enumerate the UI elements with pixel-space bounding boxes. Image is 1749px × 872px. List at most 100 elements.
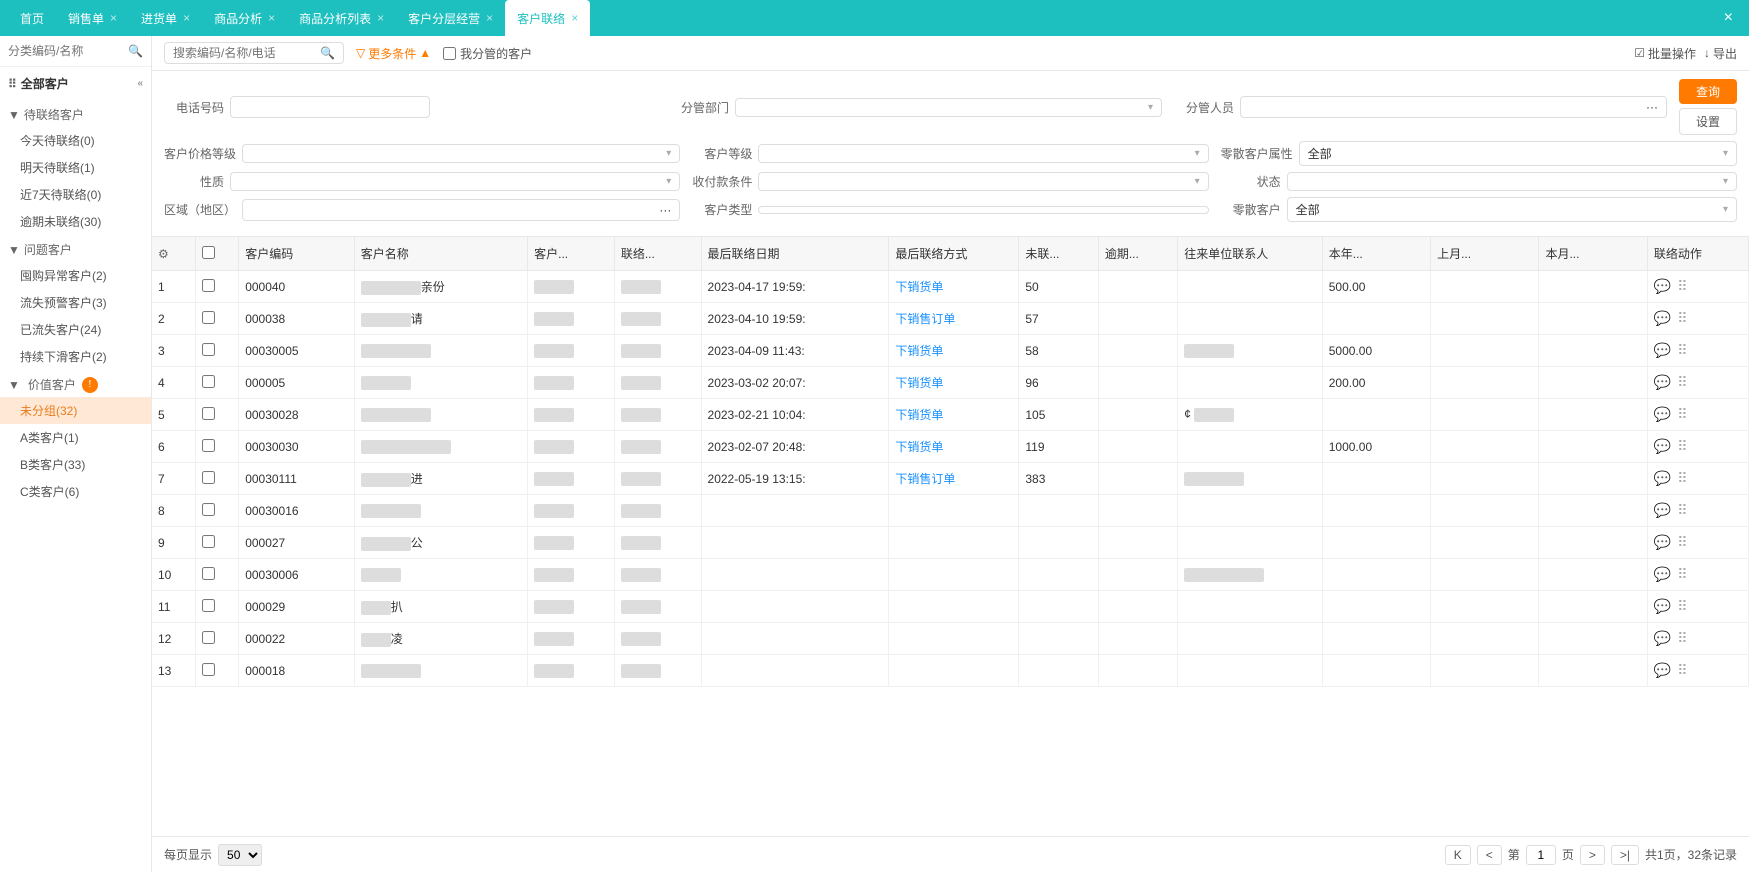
row-checkbox[interactable]: [202, 375, 215, 388]
row-checkbox[interactable]: [202, 599, 215, 612]
query-button[interactable]: 查询: [1679, 79, 1737, 104]
chat-icon[interactable]: 💬: [1654, 310, 1671, 327]
page-input[interactable]: [1526, 845, 1556, 865]
sidebar-item-declining[interactable]: 持续下滑客户(2): [0, 343, 151, 370]
per-page-select[interactable]: 50: [218, 844, 262, 866]
chat-icon[interactable]: 💬: [1654, 566, 1671, 583]
last-page-btn[interactable]: >|: [1611, 845, 1639, 865]
cell-last-method[interactable]: [889, 559, 1019, 591]
all-customers-header[interactable]: ⠿ 全部客户 «: [0, 67, 151, 100]
cell-checkbox[interactable]: [195, 431, 238, 463]
batch-op-btn[interactable]: ☑ 批量操作: [1634, 45, 1696, 62]
tab-customer-contact[interactable]: 客户联络 ×: [505, 0, 590, 36]
cell-last-method[interactable]: 下销货单: [889, 335, 1019, 367]
filter-nature-select[interactable]: ▾: [230, 172, 680, 191]
row-checkbox[interactable]: [202, 631, 215, 644]
row-checkbox[interactable]: [202, 439, 215, 452]
grid-action-icon[interactable]: ⠿: [1677, 662, 1687, 679]
chat-icon[interactable]: 💬: [1654, 438, 1671, 455]
close-window-btn[interactable]: ×: [1716, 9, 1741, 27]
contact-method-link[interactable]: 下销货单: [895, 408, 943, 422]
filter-dept-select[interactable]: ▾: [735, 98, 1162, 117]
sidebar-item-churn-warning[interactable]: 流失预警客户(3): [0, 289, 151, 316]
grid-action-icon[interactable]: ⠿: [1677, 470, 1687, 487]
main-search-input[interactable]: [173, 46, 320, 60]
more-conditions-btn[interactable]: ▽ 更多条件 ▲: [356, 45, 431, 62]
cell-checkbox[interactable]: [195, 463, 238, 495]
cell-checkbox[interactable]: [195, 399, 238, 431]
cell-last-method[interactable]: 下销售订单: [889, 463, 1019, 495]
grid-action-icon[interactable]: ⠿: [1677, 374, 1687, 391]
tab-purchase[interactable]: 进货单 ×: [129, 0, 202, 36]
chat-icon[interactable]: 💬: [1654, 278, 1671, 295]
tab-analysis-list[interactable]: 商品分析列表 ×: [287, 0, 396, 36]
tab-analysis[interactable]: 商品分析 ×: [202, 0, 287, 36]
row-checkbox[interactable]: [202, 535, 215, 548]
filter-region-select[interactable]: ···: [242, 199, 680, 221]
cell-last-method[interactable]: [889, 623, 1019, 655]
tab-sales[interactable]: 销售单 ×: [56, 0, 129, 36]
cell-checkbox[interactable]: [195, 367, 238, 399]
filter-payment-select[interactable]: ▾: [758, 172, 1208, 191]
row-checkbox[interactable]: [202, 471, 215, 484]
my-customers-checkbox-area[interactable]: 我分管的客户: [443, 45, 532, 62]
grid-action-icon[interactable]: ⠿: [1677, 310, 1687, 327]
chat-icon[interactable]: 💬: [1654, 470, 1671, 487]
cell-checkbox[interactable]: [195, 559, 238, 591]
gear-icon[interactable]: ⚙: [158, 247, 169, 261]
contact-method-link[interactable]: 下销售订单: [895, 312, 955, 326]
cell-last-method[interactable]: [889, 527, 1019, 559]
filter-customer-level-select[interactable]: ▾: [758, 144, 1208, 163]
chat-icon[interactable]: 💬: [1654, 598, 1671, 615]
row-checkbox[interactable]: [202, 407, 215, 420]
grid-action-icon[interactable]: ⠿: [1677, 406, 1687, 423]
filter-retail-select[interactable]: 全部 ▾: [1287, 197, 1737, 222]
cell-last-method[interactable]: 下销货单: [889, 399, 1019, 431]
main-search-icon[interactable]: 🔍: [320, 46, 335, 60]
contact-method-link[interactable]: 下销货单: [895, 440, 943, 454]
filter-person-select[interactable]: ···: [1240, 96, 1667, 118]
tab-home[interactable]: 首页: [8, 0, 56, 36]
col-gear[interactable]: ⚙: [152, 237, 195, 271]
filter-price-level-select[interactable]: ▾: [242, 144, 680, 163]
contact-method-link[interactable]: 下销货单: [895, 376, 943, 390]
sidebar-item-class-c[interactable]: C类客户(6): [0, 478, 151, 505]
sidebar-collapse-icon[interactable]: «: [137, 78, 143, 89]
grid-action-icon[interactable]: ⠿: [1677, 502, 1687, 519]
sidebar-item-ungraded[interactable]: 未分组(32): [0, 397, 151, 424]
row-checkbox[interactable]: [202, 279, 215, 292]
filter-status-select[interactable]: ▾: [1287, 172, 1737, 191]
cell-checkbox[interactable]: [195, 527, 238, 559]
cell-checkbox[interactable]: [195, 591, 238, 623]
sidebar-search-input[interactable]: [8, 44, 124, 58]
contact-method-link[interactable]: 下销售订单: [895, 472, 955, 486]
cell-last-method[interactable]: 下销货单: [889, 271, 1019, 303]
my-customers-checkbox[interactable]: [443, 47, 456, 60]
search-box[interactable]: 🔍: [164, 42, 344, 64]
sidebar-item-churned[interactable]: 已流失客户(24): [0, 316, 151, 343]
row-checkbox[interactable]: [202, 567, 215, 580]
sidebar-item-class-a[interactable]: A类客户(1): [0, 424, 151, 451]
contact-method-link[interactable]: 下销货单: [895, 280, 943, 294]
group-value-label[interactable]: ▼ 价值客户 !: [0, 370, 151, 397]
sidebar-item-overdue[interactable]: 逾期未联络(30): [0, 208, 151, 235]
sidebar-item-hoarding[interactable]: 囤购异常客户(2): [0, 262, 151, 289]
cell-checkbox[interactable]: [195, 335, 238, 367]
tab-sales-close[interactable]: ×: [110, 11, 117, 25]
chat-icon[interactable]: 💬: [1654, 534, 1671, 551]
sidebar-search-box[interactable]: 🔍: [0, 36, 151, 67]
cell-checkbox[interactable]: [195, 495, 238, 527]
chat-icon[interactable]: 💬: [1654, 502, 1671, 519]
grid-action-icon[interactable]: ⠿: [1677, 534, 1687, 551]
row-checkbox[interactable]: [202, 503, 215, 516]
row-checkbox[interactable]: [202, 663, 215, 676]
cell-checkbox[interactable]: [195, 271, 238, 303]
tab-customer-tier[interactable]: 客户分层经营 ×: [396, 0, 505, 36]
reset-button[interactable]: 设置: [1679, 108, 1737, 135]
sidebar-item-7days[interactable]: 近7天待联络(0): [0, 181, 151, 208]
row-checkbox[interactable]: [202, 343, 215, 356]
cell-last-method[interactable]: [889, 495, 1019, 527]
cell-checkbox[interactable]: [195, 655, 238, 687]
tab-analysis-close[interactable]: ×: [268, 11, 275, 25]
next-page-btn[interactable]: >: [1580, 845, 1605, 865]
